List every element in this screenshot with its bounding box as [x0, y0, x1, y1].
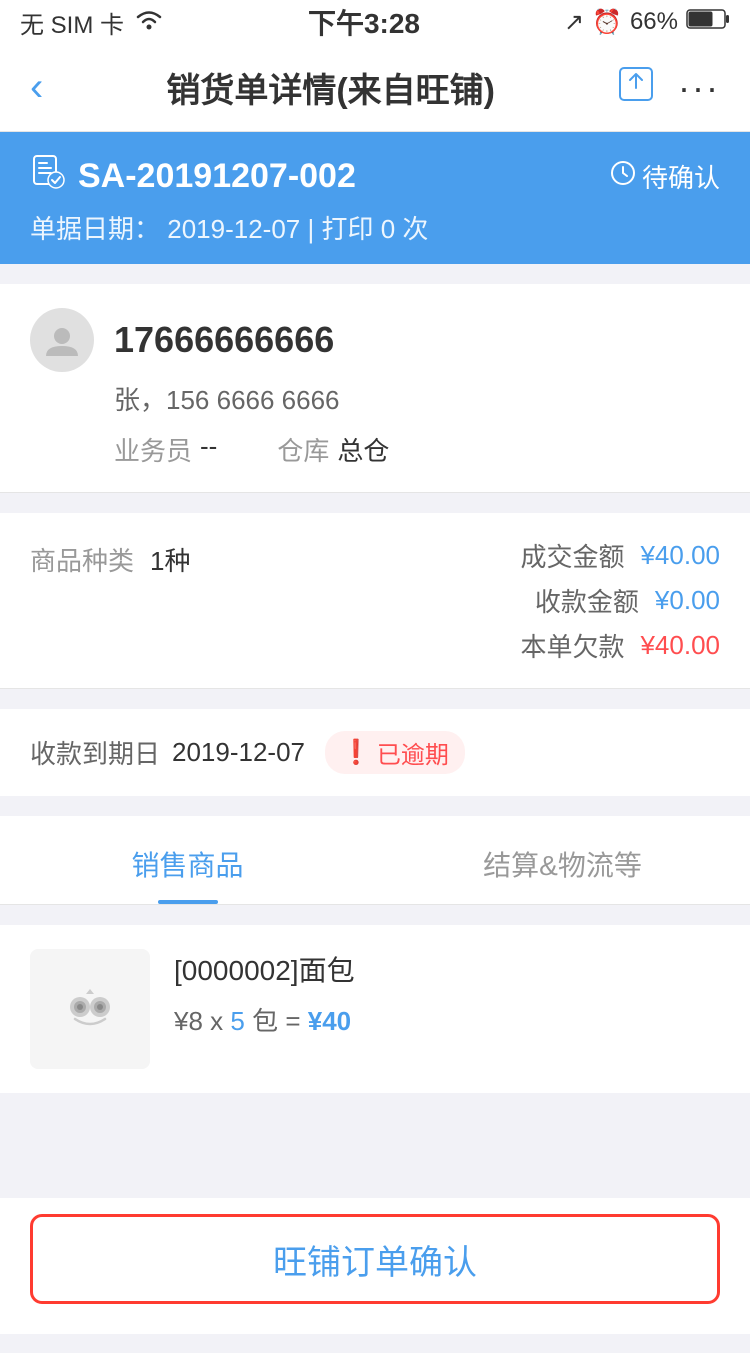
- sales-label: 业务员: [114, 431, 192, 468]
- page-title: 销货单详情(来自旺铺): [166, 63, 495, 112]
- customer-section: 17666666666 张，156 6666 6666 业务员 -- 仓库 总仓: [0, 284, 750, 492]
- product-price: ¥8 x 5 包 = ¥40: [174, 1001, 720, 1038]
- order-id-text: SA-20191207-002: [78, 157, 356, 196]
- print-unit: 次: [402, 214, 428, 244]
- status-left: 无 SIM 卡: [20, 5, 164, 40]
- bottom-bar: 旺铺订单确认: [0, 1198, 750, 1334]
- status-time: 下午3:28: [308, 2, 420, 42]
- battery-icon: [686, 8, 730, 37]
- alarm-icon: ⏰: [592, 8, 622, 37]
- price-value: ¥8: [174, 1006, 203, 1036]
- due-section: 收款到期日 2019-12-07 ❗ 已逾期: [0, 709, 750, 796]
- customer-meta: 业务员 -- 仓库 总仓: [114, 431, 720, 468]
- type-label: 商品种类: [30, 541, 134, 578]
- tab-sales-products[interactable]: 销售商品: [0, 816, 375, 904]
- amount-value: ¥40.00: [640, 540, 720, 571]
- overdue-icon: ❗: [341, 738, 371, 767]
- customer-phone-row: 17666666666: [30, 308, 720, 372]
- product-section: 野+ [0000002]面包 ¥8 x 5 包 = ¥40: [0, 925, 750, 1093]
- wifi-icon: [134, 8, 164, 37]
- received-value: ¥0.00: [655, 585, 720, 616]
- sales-value: --: [200, 431, 217, 468]
- divider-1: [0, 492, 750, 493]
- warehouse-meta: 仓库 总仓: [277, 431, 389, 468]
- amount-label: 成交金额: [520, 537, 624, 574]
- quantity: 5: [230, 1006, 244, 1036]
- received-row: 收款金额 ¥0.00: [535, 582, 720, 619]
- due-label: 收款到期日: [30, 734, 160, 771]
- summary-section: 商品种类 1种 成交金额 ¥40.00 收款金额 ¥0.00 本单欠款 ¥40.…: [0, 513, 750, 688]
- location-icon: ↗: [564, 8, 584, 37]
- confirm-wangpu-button[interactable]: 旺铺订单确认: [30, 1214, 720, 1304]
- amount-row: 成交金额 ¥40.00: [520, 537, 720, 574]
- status-bar: 无 SIM 卡 下午3:28 ↗ ⏰ 66%: [0, 0, 750, 44]
- summary-left: 商品种类 1种: [30, 537, 190, 578]
- order-id: SA-20191207-002: [30, 154, 356, 199]
- date-label: 单据日期：: [30, 214, 160, 244]
- warehouse-label: 仓库: [277, 431, 329, 468]
- order-status: 待确认: [610, 158, 720, 195]
- more-button[interactable]: ···: [678, 67, 720, 109]
- back-button[interactable]: ‹: [30, 65, 43, 110]
- tab-sales-products-label: 销售商品: [131, 850, 243, 881]
- tab-settlement-logistics[interactable]: 结算&物流等: [375, 816, 750, 904]
- product-name: [0000002]面包: [174, 949, 720, 989]
- print-count: 0: [381, 214, 395, 244]
- battery-label: 66%: [630, 8, 678, 36]
- due-date: 2019-12-07: [172, 737, 305, 768]
- print-label: | 打印: [307, 214, 373, 244]
- warehouse-value: 总仓: [337, 431, 389, 468]
- share-button[interactable]: [618, 66, 654, 109]
- divider-2: [0, 688, 750, 689]
- order-date-row: 单据日期： 2019-12-07 | 打印 0 次: [30, 209, 720, 246]
- avatar: [30, 308, 94, 372]
- nav-actions: ···: [618, 66, 720, 109]
- type-value: 1种: [150, 541, 190, 578]
- carrier-label: 无 SIM 卡: [20, 5, 124, 40]
- clock-icon: [610, 160, 636, 193]
- product-thumbnail: 野+: [30, 949, 150, 1069]
- summary-right: 成交金额 ¥40.00 收款金额 ¥0.00 本单欠款 ¥40.00: [520, 537, 720, 664]
- owed-row: 本单欠款 ¥40.00: [520, 627, 720, 664]
- status-right: ↗ ⏰ 66%: [564, 8, 730, 37]
- owed-label: 本单欠款: [520, 627, 624, 664]
- order-banner: SA-20191207-002 待确认 单据日期： 2019-12-07 | 打…: [0, 132, 750, 264]
- tab-settlement-logistics-label: 结算&物流等: [483, 850, 642, 881]
- confirm-button-label: 旺铺订单确认: [273, 1235, 477, 1284]
- date-value: 2019-12-07: [167, 214, 300, 244]
- product-info: [0000002]面包 ¥8 x 5 包 = ¥40: [174, 949, 720, 1038]
- sales-meta: 业务员 --: [114, 431, 217, 468]
- received-label: 收款金额: [535, 582, 639, 619]
- qty-unit: 包: [252, 1006, 278, 1036]
- customer-phone: 17666666666: [114, 319, 334, 361]
- owed-value: ¥40.00: [640, 630, 720, 661]
- overdue-badge: ❗ 已逾期: [325, 731, 465, 774]
- nav-bar: ‹ 销货单详情(来自旺铺) ···: [0, 44, 750, 132]
- multiply-sign: x: [210, 1006, 223, 1036]
- total-price: ¥40: [308, 1006, 351, 1036]
- customer-name: 张，156 6666 6666: [114, 380, 720, 417]
- status-text: 待确认: [642, 158, 720, 195]
- equals-sign: =: [285, 1006, 300, 1036]
- overdue-text: 已逾期: [377, 735, 449, 770]
- order-id-row: SA-20191207-002 待确认: [30, 154, 720, 199]
- tabs-section: 销售商品 结算&物流等: [0, 816, 750, 905]
- order-icon: [30, 154, 66, 199]
